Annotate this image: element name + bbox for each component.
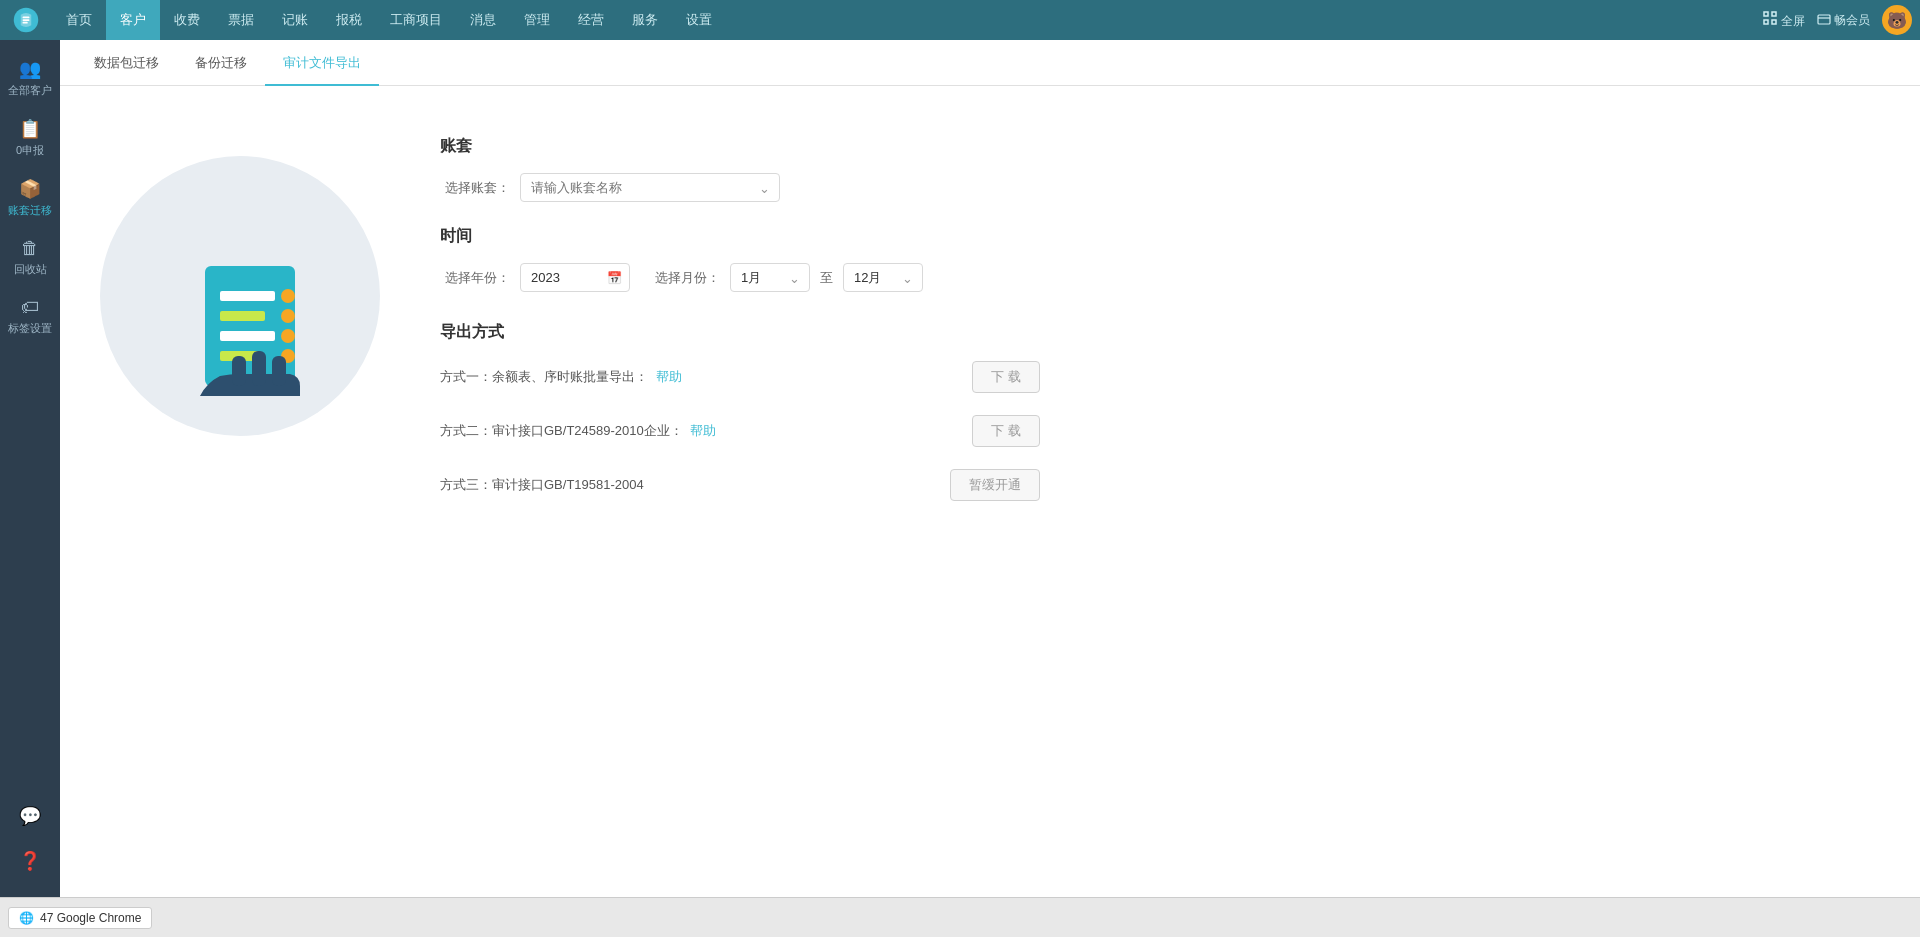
account-input[interactable] xyxy=(520,173,780,202)
form-area: 账套 选择账套： 时间 选择年份： 📅 xyxy=(100,116,1880,543)
method2-label: 方式二：审计接口GB/T24589-2010企业： 帮助 xyxy=(440,422,956,440)
taskbar-item-label: 47 Google Chrome xyxy=(40,911,141,925)
time-row: 选择年份： 📅 选择月份： 1月2月3月4月 5月6月7月8月 9月10月11月… xyxy=(440,263,1040,292)
svg-rect-17 xyxy=(272,356,286,386)
month-end-wrapper: 1月2月3月4月 5月6月7月8月 9月10月11月12月 xyxy=(843,263,923,292)
nav-bookkeeping[interactable]: 记账 xyxy=(268,0,322,40)
illustration-area xyxy=(100,156,380,436)
sidebar-label-account-migrate: 账套迁移 xyxy=(8,203,52,218)
nav-client[interactable]: 客户 xyxy=(106,0,160,40)
nav-invoice[interactable]: 票据 xyxy=(214,0,268,40)
sidebar-item-help[interactable]: ❓ xyxy=(15,840,45,885)
sidebar-item-tag-settings[interactable]: 🏷 标签设置 xyxy=(0,287,60,346)
fullscreen-btn[interactable]: 全屏 xyxy=(1763,11,1804,30)
help-icon: ❓ xyxy=(19,850,41,872)
svg-rect-9 xyxy=(220,331,275,341)
content-area: 数据包迁移 备份迁移 审计文件导出 xyxy=(60,40,1920,897)
export-row-1: 方式一：余额表、序时账批量导出： 帮助 下 载 xyxy=(440,361,1040,393)
member-btn[interactable]: 畅会员 xyxy=(1817,12,1870,29)
method1-download-btn[interactable]: 下 载 xyxy=(972,361,1040,393)
nav-business[interactable]: 工商项目 xyxy=(376,0,456,40)
member-label: 畅会员 xyxy=(1834,13,1870,27)
nav-home[interactable]: 首页 xyxy=(52,0,106,40)
sidebar-bottom: 💬 ❓ xyxy=(15,795,45,897)
method2-help-link[interactable]: 帮助 xyxy=(690,423,716,438)
svg-rect-3 xyxy=(1764,20,1768,24)
tab-audit-export[interactable]: 审计文件导出 xyxy=(265,42,379,86)
method3-label: 方式三：审计接口GB/T19581-2004 xyxy=(440,476,934,494)
logo xyxy=(8,2,44,38)
sidebar-item-recycle[interactable]: 🗑 回收站 xyxy=(0,228,60,287)
month-start-select[interactable]: 1月2月3月4月 5月6月7月8月 9月10月11月12月 xyxy=(730,263,810,292)
nav-settings[interactable]: 设置 xyxy=(672,0,726,40)
recycle-icon: 🗑 xyxy=(21,238,39,259)
svg-point-13 xyxy=(281,329,295,343)
nav-manage[interactable]: 管理 xyxy=(510,0,564,40)
fullscreen-label: 全屏 xyxy=(1781,14,1805,28)
svg-point-12 xyxy=(281,309,295,323)
sidebar-item-all-clients[interactable]: 👥 全部客户 xyxy=(0,48,60,108)
to-text: 至 xyxy=(820,269,833,287)
method2-download-btn[interactable]: 下 载 xyxy=(972,415,1040,447)
svg-point-11 xyxy=(281,289,295,303)
sidebar-label-zero-declare: 0申报 xyxy=(16,143,44,158)
year-input-wrapper: 📅 xyxy=(520,263,630,292)
nav-operation[interactable]: 经营 xyxy=(564,0,618,40)
nav-service[interactable]: 服务 xyxy=(618,0,672,40)
svg-rect-2 xyxy=(1772,12,1776,16)
method1-label: 方式一：余额表、序时账批量导出： 帮助 xyxy=(440,368,956,386)
tab-data-migrate[interactable]: 数据包迁移 xyxy=(76,42,177,86)
svg-rect-5 xyxy=(1818,15,1830,24)
page-content: 账套 选择账套： 时间 选择年份： 📅 xyxy=(60,86,1920,897)
sidebar-label-all-clients: 全部客户 xyxy=(8,83,52,98)
tab-backup-migrate[interactable]: 备份迁移 xyxy=(177,42,265,86)
year-label: 选择年份： xyxy=(440,269,510,287)
form-section: 账套 选择账套： 时间 选择年份： 📅 xyxy=(440,136,1040,523)
sidebar-item-zero-declare[interactable]: 📋 0申报 xyxy=(0,108,60,168)
month-label: 选择月份： xyxy=(650,269,720,287)
top-nav-right: 全屏 畅会员 🐻 xyxy=(1763,5,1912,35)
chrome-icon: 🌐 xyxy=(19,911,34,925)
sidebar: 👥 全部客户 📋 0申报 📦 账套迁移 🗑 回收站 🏷 标签设置 💬 ❓ xyxy=(0,40,60,897)
month-start-wrapper: 1月2月3月4月 5月6月7月8月 9月10月11月12月 xyxy=(730,263,810,292)
avatar[interactable]: 🐻 xyxy=(1882,5,1912,35)
time-section-title: 时间 xyxy=(440,226,1040,247)
taskbar-chrome-item[interactable]: 🌐 47 Google Chrome xyxy=(8,907,152,929)
taskbar: 🌐 47 Google Chrome xyxy=(0,897,1920,937)
svg-rect-15 xyxy=(232,356,246,386)
account-select-wrapper xyxy=(520,173,780,202)
method3-open-btn[interactable]: 暂缓开通 xyxy=(950,469,1040,501)
export-row-2: 方式二：审计接口GB/T24589-2010企业： 帮助 下 载 xyxy=(440,415,1040,447)
top-nav: 首页 客户 收费 票据 记账 报税 工商项目 消息 管理 经营 服务 设置 全屏… xyxy=(0,0,1920,40)
account-section-title: 账套 xyxy=(440,136,1040,157)
nav-tax[interactable]: 报税 xyxy=(322,0,376,40)
nav-fee[interactable]: 收费 xyxy=(160,0,214,40)
svg-rect-1 xyxy=(1764,12,1768,16)
tab-bar: 数据包迁移 备份迁移 审计文件导出 xyxy=(60,40,1920,86)
sidebar-item-account-migrate[interactable]: 📦 账套迁移 xyxy=(0,168,60,228)
sidebar-item-message[interactable]: 💬 xyxy=(15,795,45,840)
svg-rect-16 xyxy=(252,351,266,386)
tag-settings-icon: 🏷 xyxy=(21,297,39,318)
nav-message[interactable]: 消息 xyxy=(456,0,510,40)
export-section-title: 导出方式 xyxy=(440,322,1040,343)
account-migrate-icon: 📦 xyxy=(19,178,41,200)
month-end-select[interactable]: 1月2月3月4月 5月6月7月8月 9月10月11月12月 xyxy=(843,263,923,292)
account-label: 选择账套： xyxy=(440,179,510,197)
calendar-icon: 📅 xyxy=(607,271,622,285)
zero-declare-icon: 📋 xyxy=(19,118,41,140)
svg-rect-4 xyxy=(1772,20,1776,24)
method1-help-link[interactable]: 帮助 xyxy=(656,369,682,384)
svg-rect-7 xyxy=(220,291,275,301)
account-row: 选择账套： xyxy=(440,173,1040,202)
svg-rect-8 xyxy=(220,311,265,321)
export-row-3: 方式三：审计接口GB/T19581-2004 暂缓开通 xyxy=(440,469,1040,501)
all-clients-icon: 👥 xyxy=(19,58,41,80)
main-layout: 👥 全部客户 📋 0申报 📦 账套迁移 🗑 回收站 🏷 标签设置 💬 ❓ xyxy=(0,40,1920,897)
sidebar-label-recycle: 回收站 xyxy=(14,262,47,277)
nav-items: 首页 客户 收费 票据 记账 报税 工商项目 消息 管理 经营 服务 设置 xyxy=(52,0,1763,40)
sidebar-label-tag-settings: 标签设置 xyxy=(8,321,52,336)
message-icon: 💬 xyxy=(19,805,41,827)
